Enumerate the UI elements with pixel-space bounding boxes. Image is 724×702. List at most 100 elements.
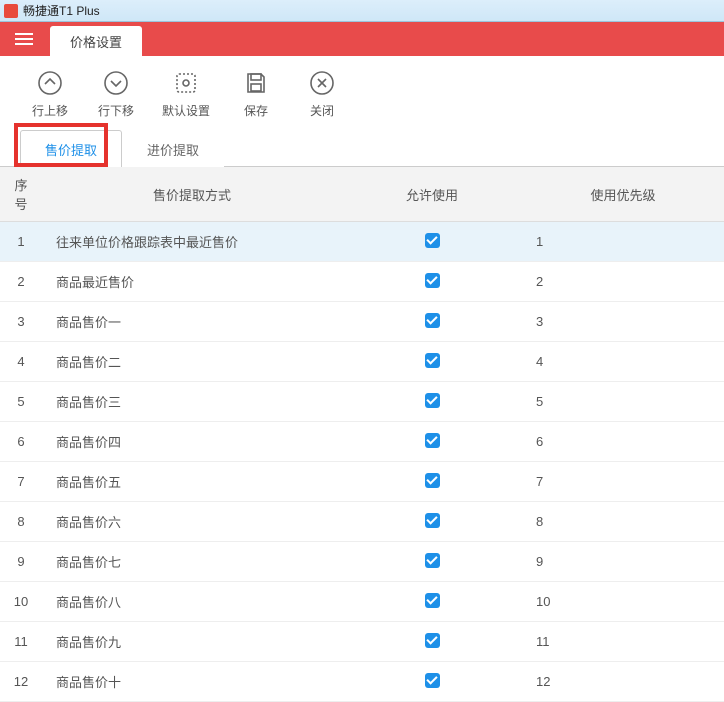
cell-method: 商品售价十 (42, 662, 342, 702)
col-allow: 允许使用 (342, 167, 522, 222)
allow-checkbox[interactable] (425, 393, 440, 408)
default-settings-button[interactable]: 默认设置 (162, 70, 210, 119)
toolbar: 行上移 行下移 默认设置 保存 关闭 (0, 56, 724, 129)
cell-method: 商品售价四 (42, 422, 342, 462)
ribbon-bar: 价格设置 (0, 22, 724, 56)
close-button[interactable]: 关闭 (302, 70, 342, 119)
col-priority: 使用优先级 (522, 167, 724, 222)
cell-allow (342, 622, 522, 662)
cell-priority: 1 (522, 222, 724, 262)
table-row[interactable]: 1往来单位价格跟踪表中最近售价1 (0, 222, 724, 262)
cell-priority: 12 (522, 662, 724, 702)
tab-purchase-price[interactable]: 进价提取 (122, 130, 224, 167)
cell-allow (342, 462, 522, 502)
cell-method: 商品最近售价 (42, 262, 342, 302)
window-title-bar: 畅捷通T1 Plus (0, 0, 724, 22)
tool-label: 行下移 (98, 102, 134, 119)
settings-icon (173, 70, 199, 96)
app-icon (4, 4, 18, 18)
menu-button[interactable] (0, 22, 48, 56)
cell-seq: 5 (0, 382, 42, 422)
tab-label: 售价提取 (45, 143, 97, 158)
row-down-button[interactable]: 行下移 (96, 70, 136, 119)
col-method: 售价提取方式 (42, 167, 342, 222)
table-row[interactable]: 10商品售价八10 (0, 582, 724, 622)
table-row[interactable]: 8商品售价六8 (0, 502, 724, 542)
allow-checkbox[interactable] (425, 633, 440, 648)
cell-allow (342, 382, 522, 422)
cell-seq: 9 (0, 542, 42, 582)
cell-priority: 3 (522, 302, 724, 342)
allow-checkbox[interactable] (425, 273, 440, 288)
cell-allow (342, 302, 522, 342)
cell-allow (342, 662, 522, 702)
cell-priority: 11 (522, 622, 724, 662)
arrow-down-circle-icon (103, 70, 129, 96)
save-button[interactable]: 保存 (236, 70, 276, 119)
tab-label: 进价提取 (147, 143, 199, 158)
price-table: 序号 售价提取方式 允许使用 使用优先级 1往来单位价格跟踪表中最近售价12商品… (0, 167, 724, 702)
cell-method: 商品售价七 (42, 542, 342, 582)
table-row[interactable]: 11商品售价九11 (0, 622, 724, 662)
cell-allow (342, 582, 522, 622)
cell-method: 商品售价六 (42, 502, 342, 542)
cell-seq: 6 (0, 422, 42, 462)
cell-allow (342, 342, 522, 382)
cell-allow (342, 222, 522, 262)
cell-method: 往来单位价格跟踪表中最近售价 (42, 222, 342, 262)
cell-seq: 3 (0, 302, 42, 342)
table-row[interactable]: 4商品售价二4 (0, 342, 724, 382)
cell-priority: 8 (522, 502, 724, 542)
cell-priority: 10 (522, 582, 724, 622)
price-table-wrap: 序号 售价提取方式 允许使用 使用优先级 1往来单位价格跟踪表中最近售价12商品… (0, 167, 724, 702)
table-row[interactable]: 3商品售价一3 (0, 302, 724, 342)
table-row[interactable]: 5商品售价三5 (0, 382, 724, 422)
cell-priority: 5 (522, 382, 724, 422)
table-row[interactable]: 12商品售价十12 (0, 662, 724, 702)
allow-checkbox[interactable] (425, 313, 440, 328)
cell-method: 商品售价八 (42, 582, 342, 622)
cell-seq: 2 (0, 262, 42, 302)
window-title: 畅捷通T1 Plus (23, 2, 100, 19)
table-row[interactable]: 9商品售价七9 (0, 542, 724, 582)
allow-checkbox[interactable] (425, 513, 440, 528)
save-icon (243, 70, 269, 96)
tool-label: 保存 (244, 102, 268, 119)
cell-priority: 6 (522, 422, 724, 462)
col-seq: 序号 (0, 167, 42, 222)
cell-seq: 1 (0, 222, 42, 262)
cell-seq: 11 (0, 622, 42, 662)
cell-seq: 10 (0, 582, 42, 622)
cell-seq: 7 (0, 462, 42, 502)
arrow-up-circle-icon (37, 70, 63, 96)
allow-checkbox[interactable] (425, 673, 440, 688)
cell-seq: 12 (0, 662, 42, 702)
row-up-button[interactable]: 行上移 (30, 70, 70, 119)
cell-method: 商品售价五 (42, 462, 342, 502)
cell-allow (342, 262, 522, 302)
allow-checkbox[interactable] (425, 433, 440, 448)
cell-method: 商品售价一 (42, 302, 342, 342)
tool-label: 行上移 (32, 102, 68, 119)
cell-seq: 8 (0, 502, 42, 542)
table-row[interactable]: 2商品最近售价2 (0, 262, 724, 302)
table-header-row: 序号 售价提取方式 允许使用 使用优先级 (0, 167, 724, 222)
allow-checkbox[interactable] (425, 473, 440, 488)
cell-allow (342, 422, 522, 462)
table-row[interactable]: 6商品售价四6 (0, 422, 724, 462)
cell-priority: 4 (522, 342, 724, 382)
ribbon-tab-price-settings[interactable]: 价格设置 (50, 26, 142, 56)
tool-label: 默认设置 (162, 102, 210, 119)
table-row[interactable]: 7商品售价五7 (0, 462, 724, 502)
tool-label: 关闭 (310, 102, 334, 119)
cell-priority: 7 (522, 462, 724, 502)
sub-tabs: 售价提取 进价提取 (0, 129, 724, 167)
cell-allow (342, 542, 522, 582)
allow-checkbox[interactable] (425, 353, 440, 368)
allow-checkbox[interactable] (425, 593, 440, 608)
hamburger-icon (15, 32, 33, 46)
allow-checkbox[interactable] (425, 233, 440, 248)
tab-sale-price[interactable]: 售价提取 (20, 130, 122, 167)
allow-checkbox[interactable] (425, 553, 440, 568)
close-circle-icon (309, 70, 335, 96)
